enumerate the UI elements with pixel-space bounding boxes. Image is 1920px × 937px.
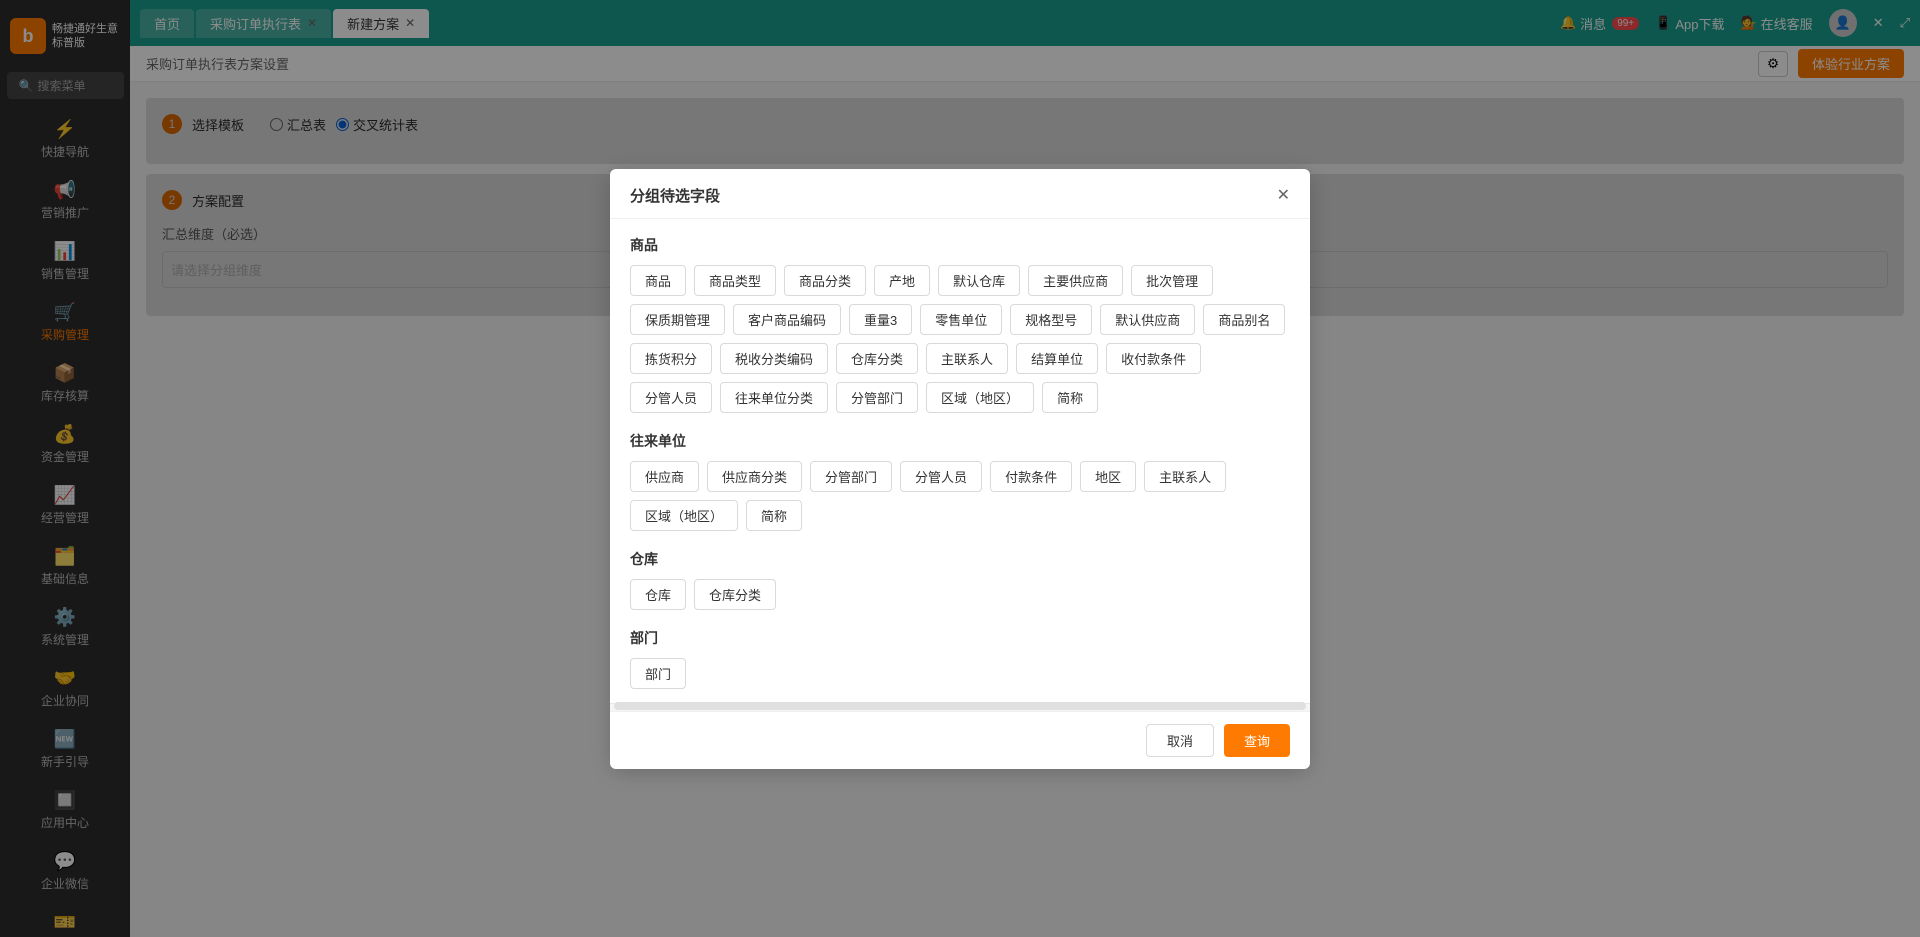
- field-tag-origin[interactable]: 产地: [874, 265, 930, 296]
- field-tag-supplier[interactable]: 供应商: [630, 461, 699, 492]
- field-tag-partner-dept[interactable]: 分管部门: [810, 461, 892, 492]
- field-tag-payment-cond[interactable]: 付款条件: [990, 461, 1072, 492]
- field-tag-main-contact[interactable]: 主联系人: [926, 343, 1008, 374]
- modal-overlay: 分组待选字段 ✕ 商品 商品 商品类型 商品分类 产地 默认仓库 主要供应商 批…: [0, 0, 1920, 937]
- modal-footer: 取消 查询: [610, 711, 1310, 769]
- field-tag-partner-manager[interactable]: 分管人员: [900, 461, 982, 492]
- field-tag-managing-dept[interactable]: 分管部门: [836, 382, 918, 413]
- field-group-partner: 往来单位 供应商 供应商分类 分管部门 分管人员 付款条件 地区 主联系人 区域…: [630, 431, 1290, 531]
- field-tags-goods: 商品 商品类型 商品分类 产地 默认仓库 主要供应商 批次管理 保质期管理 客户…: [630, 265, 1290, 413]
- field-tag-partner-region[interactable]: 地区: [1080, 461, 1136, 492]
- field-tag-warehouse-category[interactable]: 仓库分类: [836, 343, 918, 374]
- field-tag-warehouse-category2[interactable]: 仓库分类: [694, 579, 776, 610]
- modal-hscrollbar[interactable]: [610, 703, 1310, 710]
- field-tag-manager[interactable]: 分管人员: [630, 382, 712, 413]
- field-tag-partner-shortname[interactable]: 简称: [746, 500, 802, 531]
- field-tag-spec-type[interactable]: 规格型号: [1010, 304, 1092, 335]
- field-tags-warehouse: 仓库 仓库分类: [630, 579, 1290, 610]
- field-tag-earn-points[interactable]: 拣货积分: [630, 343, 712, 374]
- field-group-partner-title: 往来单位: [630, 431, 1290, 451]
- field-tag-supplier-category[interactable]: 供应商分类: [707, 461, 802, 492]
- modal-title: 分组待选字段: [630, 185, 720, 206]
- cancel-btn[interactable]: 取消: [1146, 724, 1214, 757]
- field-tag-partner-region2[interactable]: 区域（地区）: [630, 500, 738, 531]
- field-tag-default-warehouse[interactable]: 默认仓库: [938, 265, 1020, 296]
- modal-body[interactable]: 商品 商品 商品类型 商品分类 产地 默认仓库 主要供应商 批次管理 保质期管理…: [610, 219, 1310, 704]
- field-tags-department: 部门: [630, 658, 1290, 689]
- modal-header: 分组待选字段 ✕: [610, 169, 1310, 219]
- field-group-warehouse: 仓库 仓库 仓库分类: [630, 549, 1290, 610]
- field-tag-batch-mgmt[interactable]: 批次管理: [1131, 265, 1213, 296]
- field-tag-goods-type[interactable]: 商品类型: [694, 265, 776, 296]
- field-tag-quality-mgmt[interactable]: 保质期管理: [630, 304, 725, 335]
- field-tag-short-name[interactable]: 简称: [1042, 382, 1098, 413]
- field-tag-default-supplier[interactable]: 默认供应商: [1100, 304, 1195, 335]
- field-tag-region[interactable]: 区域（地区）: [926, 382, 1034, 413]
- field-tag-goods-category[interactable]: 商品分类: [784, 265, 866, 296]
- field-tag-settlement-unit[interactable]: 结算单位: [1016, 343, 1098, 374]
- field-tag-weight3[interactable]: 重量3: [849, 304, 912, 335]
- field-group-warehouse-title: 仓库: [630, 549, 1290, 569]
- field-tag-main-supplier[interactable]: 主要供应商: [1028, 265, 1123, 296]
- field-group-department-title: 部门: [630, 628, 1290, 648]
- modal-close-btn[interactable]: ✕: [1277, 185, 1290, 205]
- field-group-goods-title: 商品: [630, 235, 1290, 255]
- field-tag-source-unit-category[interactable]: 往来单位分类: [720, 382, 828, 413]
- field-tag-retail-unit[interactable]: 零售单位: [920, 304, 1002, 335]
- field-tag-warehouse[interactable]: 仓库: [630, 579, 686, 610]
- field-tag-partner-contact[interactable]: 主联系人: [1144, 461, 1226, 492]
- field-tags-partner: 供应商 供应商分类 分管部门 分管人员 付款条件 地区 主联系人 区域（地区） …: [630, 461, 1290, 531]
- field-tag-goods-alias[interactable]: 商品别名: [1203, 304, 1285, 335]
- field-group-department: 部门 部门: [630, 628, 1290, 689]
- field-select-modal: 分组待选字段 ✕ 商品 商品 商品类型 商品分类 产地 默认仓库 主要供应商 批…: [610, 169, 1310, 769]
- field-tag-tax-code[interactable]: 税收分类编码: [720, 343, 828, 374]
- field-tag-payment-terms[interactable]: 收付款条件: [1106, 343, 1201, 374]
- confirm-btn[interactable]: 查询: [1224, 724, 1290, 757]
- field-tag-customer-goods-code[interactable]: 客户商品编码: [733, 304, 841, 335]
- field-tag-dept[interactable]: 部门: [630, 658, 686, 689]
- field-tag-goods[interactable]: 商品: [630, 265, 686, 296]
- field-group-goods: 商品 商品 商品类型 商品分类 产地 默认仓库 主要供应商 批次管理 保质期管理…: [630, 235, 1290, 413]
